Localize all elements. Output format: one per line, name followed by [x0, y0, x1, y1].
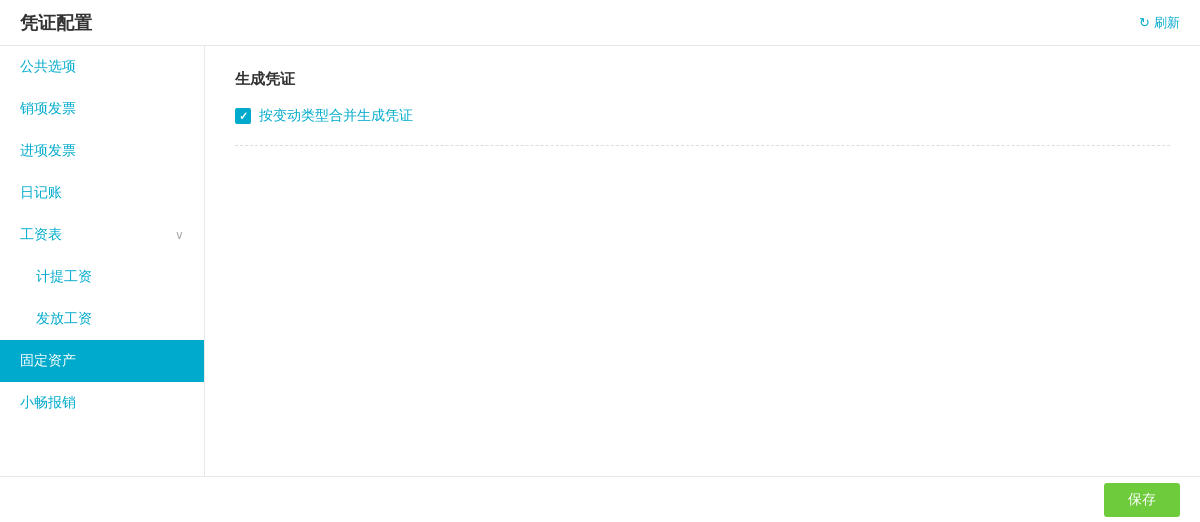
sidebar-item-label: 工资表	[20, 226, 62, 244]
sidebar-item-label: 固定资产	[20, 352, 76, 370]
sidebar-item-public[interactable]: 公共选项	[0, 46, 204, 88]
sidebar-item-fixed-assets[interactable]: 固定资产	[0, 340, 204, 382]
main-container: 公共选项 销项发票 进项发票 日记账 工资表 ∨ 计提工资 发放工资 固定资产 …	[0, 46, 1200, 476]
refresh-label: 刷新	[1154, 14, 1180, 32]
section-title: 生成凭证	[235, 70, 1170, 89]
sidebar-item-sales-invoice[interactable]: 销项发票	[0, 88, 204, 130]
sidebar-item-label: 日记账	[20, 184, 62, 202]
checkbox-label: 按变动类型合并生成凭证	[259, 107, 413, 125]
refresh-button[interactable]: ↻ 刷新	[1139, 14, 1180, 32]
chevron-down-icon: ∨	[175, 228, 184, 242]
merge-by-type-checkbox[interactable]	[235, 108, 251, 124]
sidebar-item-label: 小畅报销	[20, 394, 76, 412]
sidebar-item-payroll-table[interactable]: 工资表 ∨	[0, 214, 204, 256]
sidebar-item-payroll-pay[interactable]: 发放工资	[0, 298, 204, 340]
page-footer: 保存	[0, 476, 1200, 522]
sidebar-item-payroll-calc[interactable]: 计提工资	[0, 256, 204, 298]
refresh-icon: ↻	[1139, 15, 1150, 30]
sidebar-item-purchase-invoice[interactable]: 进项发票	[0, 130, 204, 172]
sidebar-item-label: 公共选项	[20, 58, 76, 76]
page-title: 凭证配置	[20, 11, 92, 35]
sidebar-item-label: 计提工资	[36, 268, 92, 286]
sidebar-item-journal[interactable]: 日记账	[0, 172, 204, 214]
checkbox-row: 按变动类型合并生成凭证	[235, 107, 1170, 125]
sidebar-item-expense-report[interactable]: 小畅报销	[0, 382, 204, 424]
save-button[interactable]: 保存	[1104, 483, 1180, 517]
sidebar-item-label: 销项发票	[20, 100, 76, 118]
section-divider	[235, 145, 1170, 146]
sidebar-item-label: 进项发票	[20, 142, 76, 160]
sidebar-item-label: 发放工资	[36, 310, 92, 328]
page-header: 凭证配置 ↻ 刷新	[0, 0, 1200, 46]
content-area: 生成凭证 按变动类型合并生成凭证	[205, 46, 1200, 476]
sidebar: 公共选项 销项发票 进项发票 日记账 工资表 ∨ 计提工资 发放工资 固定资产 …	[0, 46, 205, 476]
